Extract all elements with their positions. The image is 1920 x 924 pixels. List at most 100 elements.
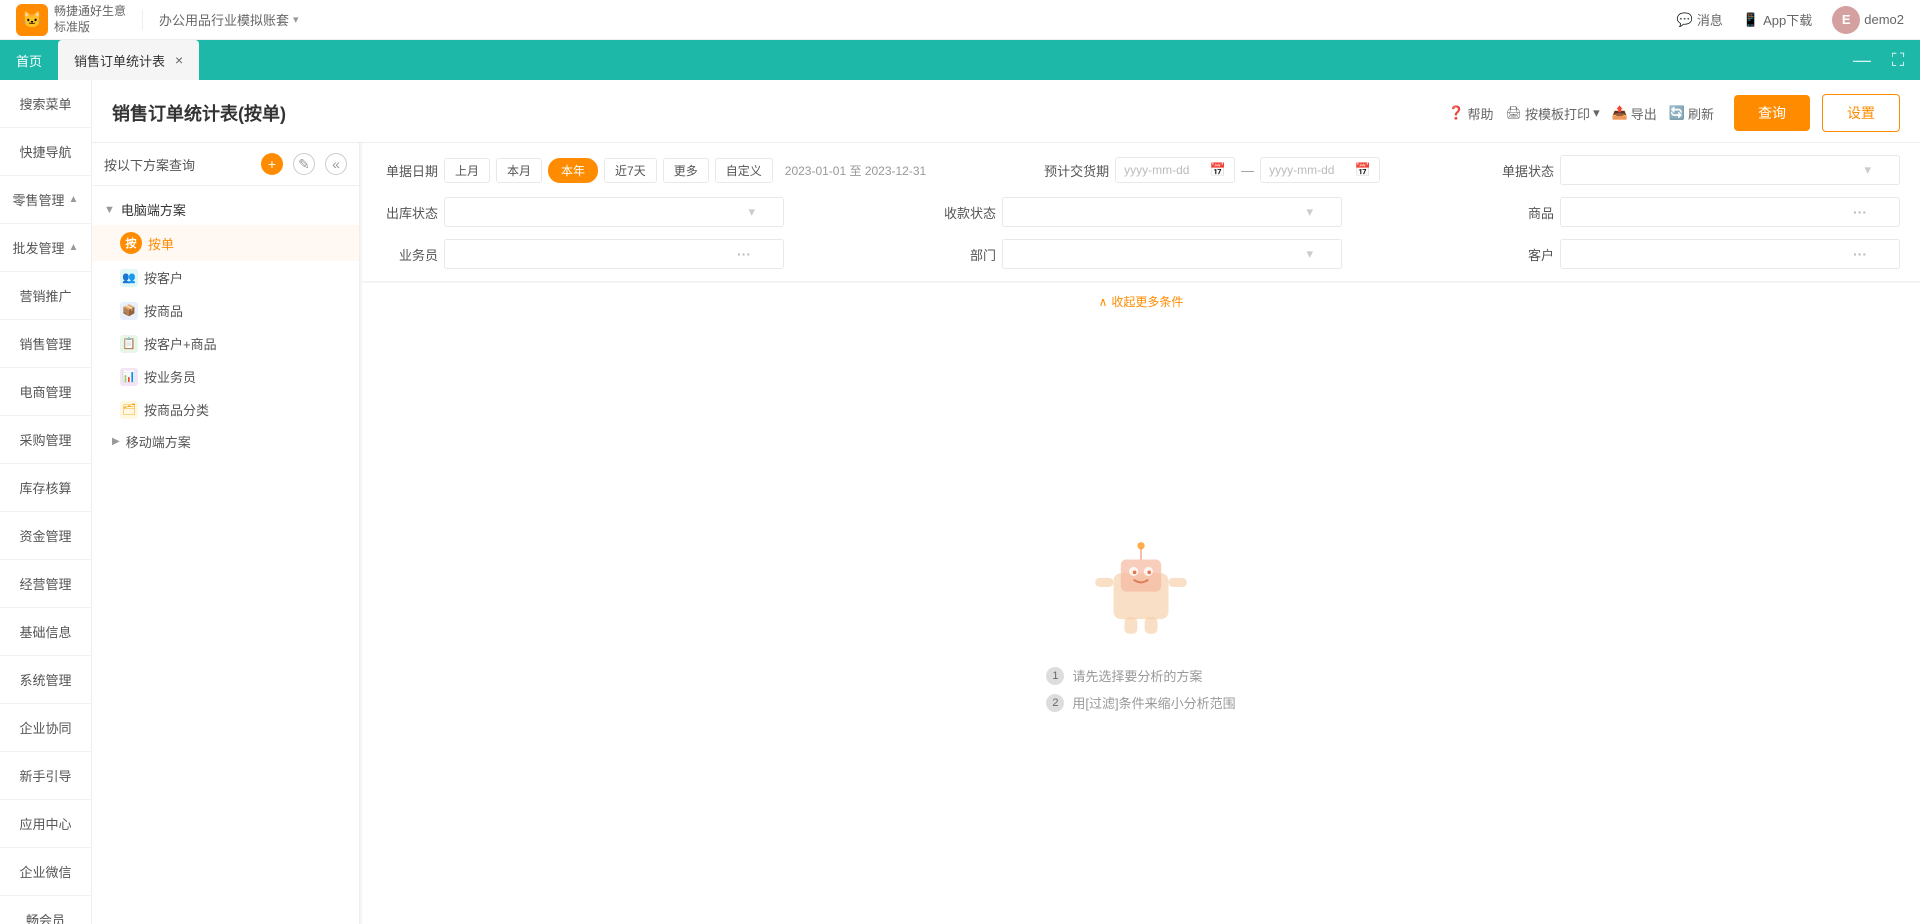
customer-group: 客户 ··· [1498,239,1900,269]
status-select-arrow: ▾ [1864,162,1871,178]
sidebar-item-quick-nav[interactable]: 快捷导航 [0,128,91,176]
empty-tip-2: 2 用[过滤]条件来缩小分析范围 [1046,693,1235,712]
scheme-add-button[interactable]: + [261,153,283,175]
payment-status-group: 收款状态 ▾ [940,197,1342,227]
scheme-icon-by-order: 按 [120,232,142,254]
expected-delivery-start[interactable]: yyyy-mm-dd 📅 [1115,157,1235,183]
goods-group: 商品 ··· [1498,197,1900,227]
sidebar-item-search[interactable]: 搜索菜单 [0,80,91,128]
help-icon: ❓ [1448,105,1464,121]
mobile-group-arrow-icon: ▶ [112,436,120,447]
scheme-item-by-salesperson[interactable]: 📊 按业务员 [92,360,359,393]
date-btn-custom[interactable]: 自定义 [715,158,773,183]
refresh-button[interactable]: 🔄 刷新 [1669,104,1714,123]
sidebar-item-member[interactable]: 畅会员 [0,896,91,924]
scheme-edit-button[interactable]: ✎ [293,153,315,175]
top-header-right: 💬 消息 📱 App下载 E demo2 [1677,6,1904,34]
export-button[interactable]: 📤 导出 [1612,104,1657,123]
date-range-row: 上月 本月 本年 近7天 更多 自定义 [444,158,773,183]
logo-text: 畅捷通好生意 标准版 [54,4,126,35]
help-button[interactable]: ❓ 帮助 [1448,104,1493,123]
scheme-collapse-button[interactable]: « [325,153,347,175]
payment-status-select[interactable]: ▾ [1002,197,1342,227]
date-btn-last-month[interactable]: 上月 [444,158,490,183]
scheme-icon-by-customer-goods: 📋 [120,335,138,353]
split-layout: 按以下方案查询 + ✎ « ▼ 电脑端方案 按 按单 [92,143,1920,924]
sidebar-item-marketing[interactable]: 营销推广 [0,272,91,320]
customer-input[interactable]: ··· [1560,239,1900,269]
department-select[interactable]: ▾ [1002,239,1342,269]
sidebar-item-enterprise[interactable]: 企业协同 [0,704,91,752]
goods-label: 商品 [1498,203,1554,222]
minimize-button[interactable]: — [1848,46,1876,74]
settings-button[interactable]: 设置 [1822,94,1900,132]
customer-dots[interactable]: ··· [1849,246,1871,262]
scheme-icon-by-salesperson: 📊 [120,368,138,386]
scheme-group-pc: ▼ 电脑端方案 按 按单 👥 按客户 📦 按 [92,194,359,426]
sidebar-item-operations[interactable]: 经营管理 [0,560,91,608]
page-title-row: 销售订单统计表(按单) ❓ 帮助 🖨 按模板打印 ▾ 📤 导出 [112,94,1900,142]
sidebar-item-app-center[interactable]: 应用中心 [0,800,91,848]
date-btn-this-month[interactable]: 本月 [496,158,542,183]
app-download-button[interactable]: 📱 App下载 [1743,10,1812,29]
status-field-group: 单据状态 ▾ [1498,155,1900,185]
goods-dots[interactable]: ··· [1849,204,1871,220]
sidebar-item-retail[interactable]: 零售管理 ▲ [0,176,91,224]
sidebar-item-inventory[interactable]: 库存核算 [0,464,91,512]
scheme-group-mobile-header[interactable]: ▶ 移动端方案 [92,426,359,457]
scheme-item-by-customer[interactable]: 👥 按客户 [92,261,359,294]
date-label: 单据日期 [382,161,438,180]
sidebar-item-finance[interactable]: 资金管理 [0,512,91,560]
user-avatar: E [1832,6,1860,34]
department-group: 部门 ▾ [940,239,1342,269]
date-btn-last-7days[interactable]: 近7天 [604,158,657,183]
page-title-bar: 销售订单统计表(按单) ❓ 帮助 🖨 按模板打印 ▾ 📤 导出 [92,80,1920,143]
tab-close-icon[interactable]: × [175,52,183,68]
template-print-button[interactable]: 🖨 按模板打印 ▾ [1506,104,1600,123]
scheme-item-by-order[interactable]: 按 按单 [92,225,359,261]
retail-arrow-icon: ▲ [69,194,79,205]
goods-input[interactable]: ··· [1560,197,1900,227]
date-btn-this-year[interactable]: 本年 [548,158,598,183]
sidebar-item-system[interactable]: 系统管理 [0,656,91,704]
collapse-arrow-icon: ∧ [1099,295,1108,309]
main-layout: 搜索菜单 快捷导航 零售管理 ▲ 批发管理 ▲ 营销推广 销售管理 电商管理 采… [0,80,1920,924]
sidebar-item-enterprise-wechat[interactable]: 企业微信 [0,848,91,896]
sidebar-item-ecommerce[interactable]: 电商管理 [0,368,91,416]
tab-sales-order-stats[interactable]: 销售订单统计表 × [58,40,199,80]
expected-delivery-group: 预计交货期 yyyy-mm-dd 📅 — yyyy-mm-dd 📅 [1044,157,1380,183]
page-actions-row: ❓ 帮助 🖨 按模板打印 ▾ 📤 导出 🔄 刷新 [1448,94,1900,132]
query-button[interactable]: 查询 [1734,95,1810,131]
salesperson-dots[interactable]: ··· [733,246,755,262]
tip-num-2: 2 [1046,694,1064,712]
status-select[interactable]: ▾ [1560,155,1900,185]
scheme-group-pc-header[interactable]: ▼ 电脑端方案 [92,194,359,225]
payment-status-label: 收款状态 [940,203,996,222]
salesperson-input[interactable]: ··· [444,239,784,269]
customer-label: 客户 [1498,245,1554,264]
tab-home[interactable]: 首页 [0,40,58,80]
scheme-item-by-category[interactable]: 🗂 按商品分类 [92,393,359,426]
maximize-button[interactable]: ⛶ [1884,46,1912,74]
sidebar-item-sales[interactable]: 销售管理 [0,320,91,368]
collapse-button[interactable]: ∧ 收起更多条件 [362,282,1920,320]
filter-zone: 单据日期 上月 本月 本年 近7天 更多 自定义 2023-01-0 [362,143,1920,282]
empty-state-illustration [1086,532,1196,642]
message-button[interactable]: 💬 消息 [1677,10,1723,29]
sidebar-item-newbie[interactable]: 新手引导 [0,752,91,800]
scheme-list: ▼ 电脑端方案 按 按单 👥 按客户 📦 按 [92,186,359,924]
scheme-item-by-customer-goods[interactable]: 📋 按客户+商品 [92,327,359,360]
logo-icon: 🐱 [16,4,48,36]
app-title-area[interactable]: 办公用品行业模拟账套 ▾ [159,10,299,29]
top-header-left: 🐱 畅捷通好生意 标准版 办公用品行业模拟账套 ▾ [16,4,299,36]
sidebar-item-wholesale[interactable]: 批发管理 ▲ [0,224,91,272]
expected-delivery-end[interactable]: yyyy-mm-dd 📅 [1260,157,1380,183]
cal-end-icon: 📅 [1355,162,1371,178]
user-profile[interactable]: E demo2 [1832,6,1904,34]
scheme-item-by-goods[interactable]: 📦 按商品 [92,294,359,327]
export-icon: 📤 [1612,105,1628,121]
date-btn-more[interactable]: 更多 [663,158,709,183]
delivery-status-select[interactable]: ▾ [444,197,784,227]
sidebar-item-basics[interactable]: 基础信息 [0,608,91,656]
sidebar-item-purchase[interactable]: 采购管理 [0,416,91,464]
